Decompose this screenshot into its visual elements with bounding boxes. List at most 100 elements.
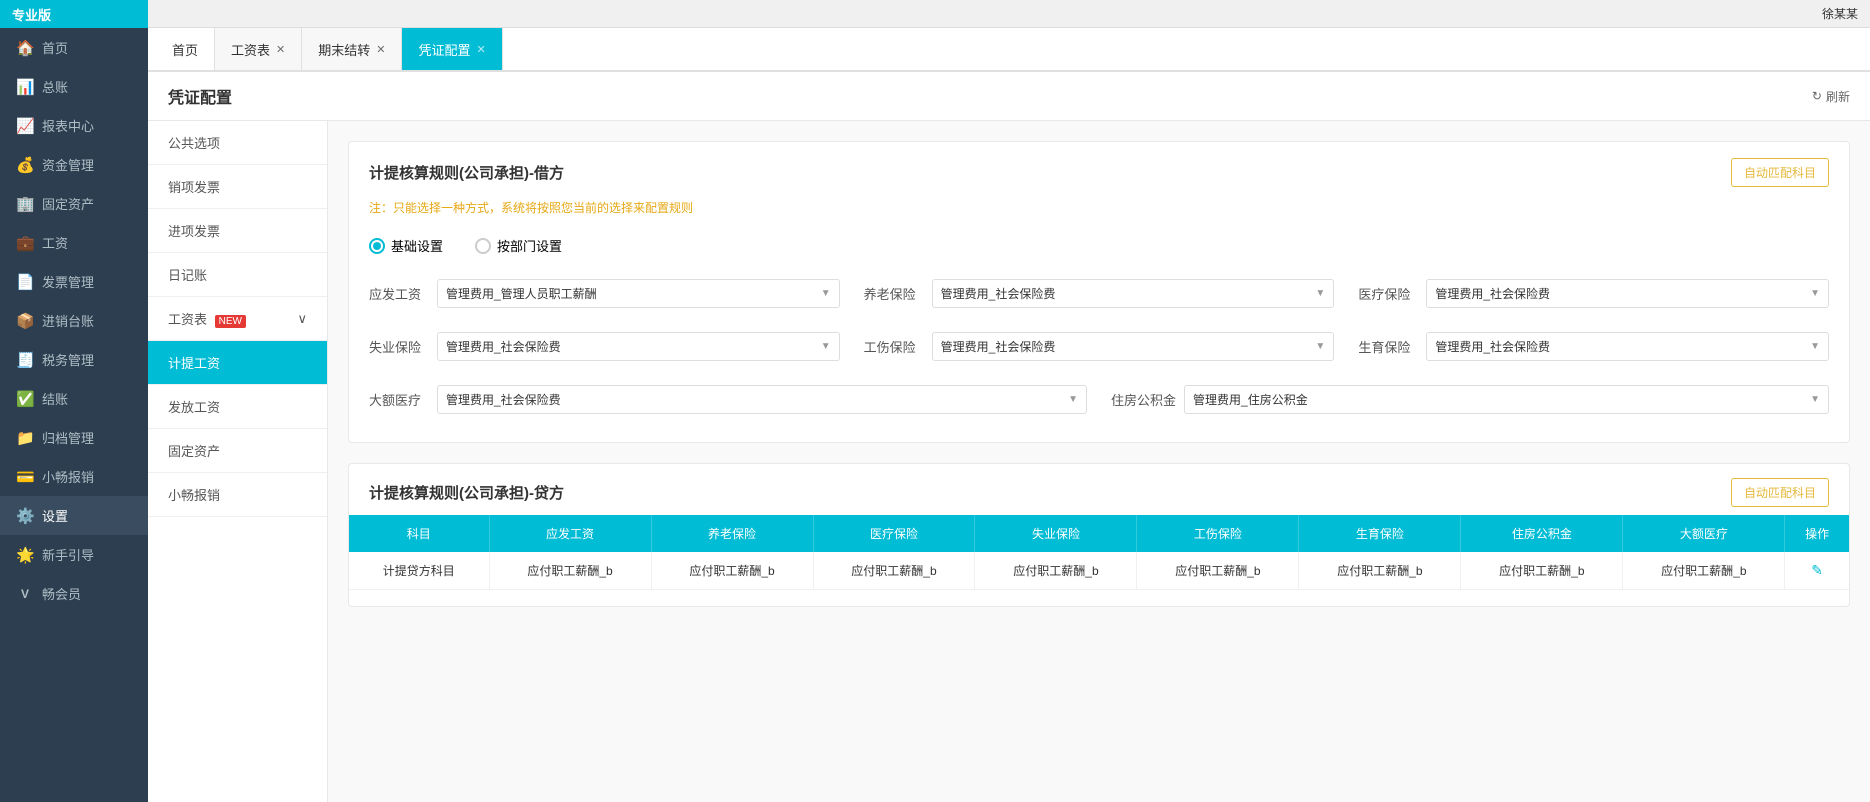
content-wrapper: 公共选项 销项发票 进项发票 日记账 工资表 NEW ∨ 计提工资 [148,121,1870,802]
radio-dept-setup[interactable]: 按部门设置 [475,236,562,255]
sidebar-item-label: 资金管理 [42,155,94,174]
sidebar-item-home[interactable]: 🏠 首页 [0,28,148,67]
tab-home-label: 首页 [172,40,198,59]
salary-select[interactable]: 管理费用_管理人员职工薪酬 ▼ [437,279,840,308]
nav-journal-label: 日记账 [168,265,207,284]
sidebar-item-report-center[interactable]: 📈 报表中心 [0,106,148,145]
sidebar-item-general-ledger[interactable]: 📊 总账 [0,67,148,106]
nav-distribute-payroll[interactable]: 发放工资 [148,385,327,429]
nav-input-label: 进项发票 [168,221,220,240]
tab-period-closing[interactable]: 期末结转 ✕ [302,28,402,70]
sidebar-item-invoice[interactable]: 📄 发票管理 [0,262,148,301]
field-housing: 住房公积金 管理费用_住房公积金 ▼ [1111,385,1829,414]
refresh-icon: ↻ [1812,89,1822,103]
nav-xiaochang-label: 小畅报销 [168,485,220,504]
tab-voucher-config[interactable]: 凭证配置 ✕ [402,28,502,70]
salary-value: 管理费用_管理人员职工薪酬 [446,285,597,302]
report-icon: 📈 [16,117,34,135]
nav-public-options[interactable]: 公共选项 [148,121,327,165]
nav-fixed-assets[interactable]: 固定资产 [148,429,327,473]
radio-basic-circle [369,238,385,254]
salary-chevron: ▼ [821,288,831,299]
top-bar: 徐某某 [148,0,1870,28]
field-maternity: 生育保险 管理费用_社会保险费 ▼ [1358,332,1829,361]
sidebar-item-member[interactable]: V 畅会员 [0,574,148,613]
ledger-icon: 📊 [16,78,34,96]
row-medical: 应付职工薪酬_b [813,552,975,590]
edit-icon[interactable]: ✎ [1811,562,1823,578]
nav-journal[interactable]: 日记账 [148,253,327,297]
row-pension: 应付职工薪酬_b [651,552,813,590]
sidebar-item-settings[interactable]: ⚙️ 设置 [0,496,148,535]
medical-chevron: ▼ [1810,288,1820,299]
sidebar-item-label: 归档管理 [42,428,94,447]
nav-accrual-payroll[interactable]: 计提工资 [148,341,327,385]
nav-payroll-table[interactable]: 工资表 NEW ∨ [148,297,327,341]
salary-label: 应发工资 [369,284,429,303]
unemployment-select[interactable]: 管理费用_社会保险费 ▼ [437,332,840,361]
housing-select[interactable]: 管理费用_住房公积金 ▼ [1184,385,1829,414]
refresh-button[interactable]: ↻ 刷新 [1812,88,1850,105]
col-salary: 应发工资 [489,515,651,552]
large-medical-select[interactable]: 管理费用_社会保险费 ▼ [437,385,1087,414]
tab-period-close[interactable]: ✕ [376,43,385,56]
unemployment-value: 管理费用_社会保险费 [446,338,561,355]
tax-icon: 🧾 [16,351,34,369]
sidebar-item-fixed-assets[interactable]: 🏢 固定资产 [0,184,148,223]
credit-auto-match-button[interactable]: 自动匹配科目 [1731,478,1829,507]
sidebar-item-tax[interactable]: 🧾 税务管理 [0,340,148,379]
injury-select[interactable]: 管理费用_社会保险费 ▼ [932,332,1335,361]
sidebar-item-label: 工资 [42,233,68,252]
tab-payroll-close[interactable]: ✕ [276,43,285,56]
large-medical-label: 大额医疗 [369,390,429,409]
nav-distribute-label: 发放工资 [168,397,220,416]
large-medical-value: 管理费用_社会保险费 [446,391,561,408]
archive-icon: 📁 [16,429,34,447]
nav-xiaochang[interactable]: 小畅报销 [148,473,327,517]
field-medical: 医疗保险 管理费用_社会保险费 ▼ [1358,279,1829,308]
large-medical-chevron: ▼ [1068,394,1078,405]
radio-basic-setup[interactable]: 基础设置 [369,236,443,255]
field-salary: 应发工资 管理费用_管理人员职工薪酬 ▼ [369,279,840,308]
sidebar-item-expense[interactable]: 💳 小畅报销 [0,457,148,496]
invoice-icon: 📄 [16,273,34,291]
assets-icon: 🏢 [16,195,34,213]
tabs-bar: 首页 工资表 ✕ 期末结转 ✕ 凭证配置 ✕ [148,28,1870,72]
field-large-medical: 大额医疗 管理费用_社会保险费 ▼ [369,385,1087,414]
medical-select[interactable]: 管理费用_社会保险费 ▼ [1426,279,1829,308]
maternity-label: 生育保险 [1358,337,1418,356]
col-medical: 医疗保险 [813,515,975,552]
tab-home[interactable]: 首页 [156,28,215,70]
sidebar-item-label: 发票管理 [42,272,94,291]
sidebar-item-payroll[interactable]: 💼 工资 [0,223,148,262]
sidebar-item-fund[interactable]: 💰 资金管理 [0,145,148,184]
housing-chevron: ▼ [1810,394,1820,405]
sidebar-item-archive[interactable]: 📁 归档管理 [0,418,148,457]
maternity-select[interactable]: 管理费用_社会保险费 ▼ [1426,332,1829,361]
debit-note: 注：只能选择一种方式，系统将按照您当前的选择来配置规则 [349,195,1849,228]
nav-input-invoice[interactable]: 进项发票 [148,209,327,253]
debit-section-header: 计提核算规则(公司承担)-借方 自动匹配科目 [349,142,1849,195]
settings-icon: ⚙️ [16,507,34,525]
medical-value: 管理费用_社会保险费 [1435,285,1550,302]
row-housing: 应付职工薪酬_b [1461,552,1623,590]
debit-auto-match-button[interactable]: 自动匹配科目 [1731,158,1829,187]
nav-red-invoice[interactable]: 销项发票 [148,165,327,209]
radio-basic-label: 基础设置 [391,236,443,255]
row-maternity: 应付职工薪酬_b [1299,552,1461,590]
expense-icon: 💳 [16,468,34,486]
tab-voucher-close[interactable]: ✕ [477,43,486,56]
tab-voucher-label: 凭证配置 [418,40,470,59]
pension-select[interactable]: 管理费用_社会保险费 ▼ [932,279,1335,308]
credit-table-header-row: 科目 应发工资 养老保险 医疗保险 失业保险 工伤保险 生育保险 住房公积金 大… [349,515,1849,552]
tab-payroll-table[interactable]: 工资表 ✕ [215,28,302,70]
sidebar-item-guide[interactable]: 🌟 新手引导 [0,535,148,574]
col-large-medical: 大额医疗 [1623,515,1785,552]
nav-fixed-label: 固定资产 [168,441,220,460]
unemployment-label: 失业保险 [369,337,429,356]
sidebar-item-closing[interactable]: ✅ 结账 [0,379,148,418]
sidebar-item-purchase[interactable]: 📦 进销台账 [0,301,148,340]
expand-icon: ∨ [297,311,307,327]
debit-fields-row3: 大额医疗 管理费用_社会保险费 ▼ 住房公积金 管理费用_住房公积金 ▼ [349,377,1849,430]
debit-title: 计提核算规则(公司承担)-借方 [369,162,564,183]
